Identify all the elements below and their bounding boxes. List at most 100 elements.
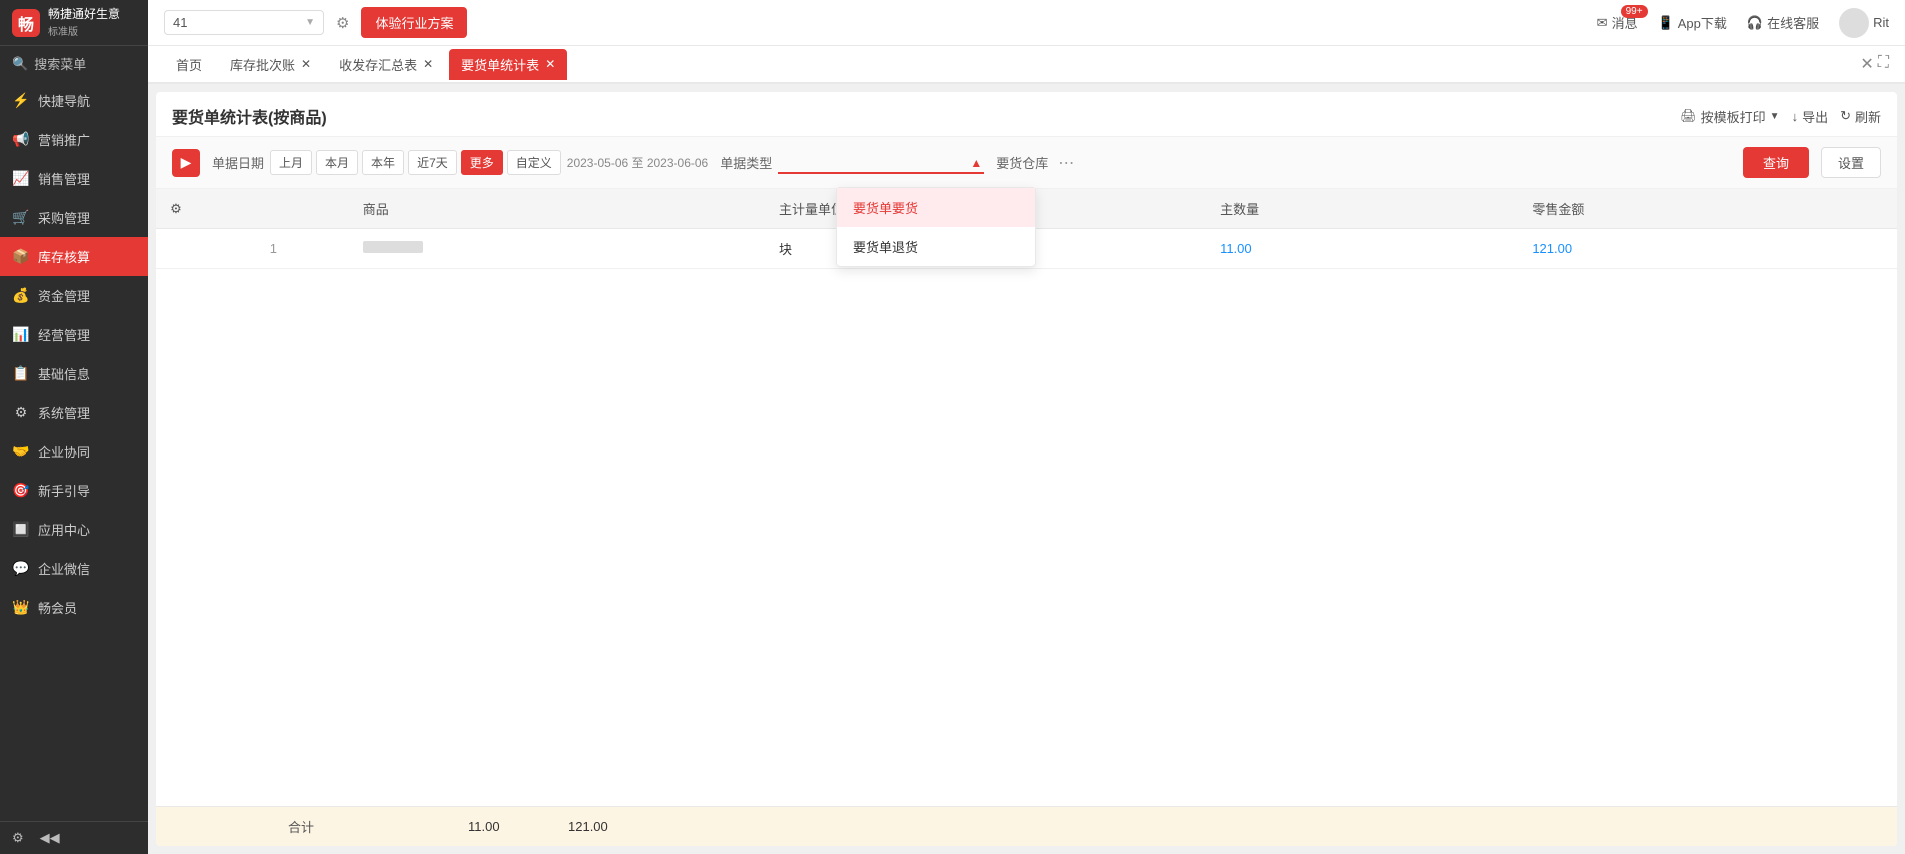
export-btn[interactable]: ↓ 导出 [1792, 107, 1829, 126]
wechat-icon: 💬 [12, 560, 30, 578]
sidebar-item-label: 快捷导航 [38, 91, 90, 110]
finance-icon: 💰 [12, 287, 30, 305]
sidebar-item-quick-nav[interactable]: ⚡ 快捷导航 [0, 81, 148, 120]
tab-inventory-batch-close[interactable]: ✕ [301, 57, 311, 71]
tab-close-all-btn[interactable]: ✕ [1860, 54, 1873, 74]
sidebar-item-system[interactable]: ⚙ 系统管理 [0, 393, 148, 432]
date-btn-this-year[interactable]: 本年 [362, 150, 404, 175]
online-service-btn[interactable]: 🎧 在线客服 [1747, 13, 1819, 32]
sidebar-item-label: 库存核算 [38, 247, 90, 266]
header-actions: 🖨 按模板打印 ▼ ↓ 导出 ↻ 刷新 [1680, 107, 1881, 126]
tab-inventory-batch[interactable]: 库存批次账 ✕ [218, 49, 323, 80]
date-btn-custom[interactable]: 自定义 [507, 150, 561, 175]
date-filter-group: 单据日期 上月 本月 本年 近7天 更多 自定义 2023-05-06 至 20… [212, 150, 708, 175]
sidebar-item-member[interactable]: 👑 畅会员 [0, 588, 148, 627]
sidebar-item-finance[interactable]: 💰 资金管理 [0, 276, 148, 315]
messages-btn[interactable]: ✉ 消息 99+ [1597, 13, 1638, 32]
td-row-num: 1 [196, 229, 351, 269]
type-dropdown: 要货单要货 要货单退货 [836, 187, 1036, 267]
sidebar-item-label: 新手引导 [38, 481, 90, 500]
sidebar-collapse-btn[interactable]: ◀◀ [40, 830, 60, 846]
messages-badge: 99+ [1621, 5, 1648, 18]
th-amount: 零售金额 [1520, 189, 1897, 229]
online-service-label: 在线客服 [1767, 13, 1819, 32]
sidebar-item-enterprise[interactable]: 🤝 企业协同 [0, 432, 148, 471]
dropdown-item-order-delivery[interactable]: 要货单要货 [837, 188, 1035, 227]
main-area: 41 ▼ ⚙ 体验行业方案 ✉ 消息 99+ 📱 App下载 🎧 在线客服 Ri… [148, 0, 1905, 854]
type-select-arrow-icon[interactable]: ▲ [970, 156, 982, 170]
company-selector[interactable]: 41 ▼ [164, 10, 324, 35]
td-settings-cell [156, 229, 196, 269]
type-filter-group: 单据类型 ▲ [720, 151, 984, 174]
data-table-wrapper: ⚙ 商品 主计量单位 主数量 零售金额 1 [156, 189, 1897, 806]
enterprise-icon: 🤝 [12, 443, 30, 461]
sidebar-item-label: 采购管理 [38, 208, 90, 227]
sidebar-item-label: 系统管理 [38, 403, 90, 422]
sidebar-item-label: 营销推广 [38, 130, 90, 149]
refresh-icon: ↻ [1840, 108, 1851, 124]
tab-home-label: 首页 [176, 55, 202, 74]
sidebar-item-appstore[interactable]: 🔲 应用中心 [0, 510, 148, 549]
tabs-bar: 首页 库存批次账 ✕ 收发存汇总表 ✕ 要货单统计表 ✕ ✕ ⛶ [148, 46, 1905, 84]
sidebar-item-basic[interactable]: 📋 基础信息 [0, 354, 148, 393]
date-btn-more[interactable]: 更多 [461, 150, 503, 175]
user-profile-btn[interactable]: Rit [1839, 8, 1889, 38]
settings-button[interactable]: 设置 [1821, 147, 1881, 178]
dropdown-item-order-return[interactable]: 要货单退货 [837, 227, 1035, 266]
tab-order-stats-label: 要货单统计表 [461, 55, 539, 74]
print-icon: 🖨 [1680, 108, 1697, 124]
purchase-icon: 🛒 [12, 209, 30, 227]
expand-icon: ▶ [181, 154, 192, 171]
sidebar-bottom: ⚙ ◀◀ [0, 821, 148, 854]
date-btn-this-month[interactable]: 本月 [316, 150, 358, 175]
sidebar-item-label: 经营管理 [38, 325, 90, 344]
warehouse-dots-icon[interactable]: ⋯ [1058, 153, 1074, 173]
sidebar-item-inventory[interactable]: 📦 库存核算 [0, 237, 148, 276]
tab-receive-summary[interactable]: 收发存汇总表 ✕ [327, 49, 445, 80]
tab-receive-summary-close[interactable]: ✕ [423, 57, 433, 71]
query-button[interactable]: 查询 [1743, 147, 1809, 178]
topbar-right: ✉ 消息 99+ 📱 App下载 🎧 在线客服 Rit [1597, 8, 1889, 38]
td-qty[interactable]: 11.00 [1208, 229, 1520, 269]
export-icon: ↓ [1792, 109, 1799, 124]
sidebar-item-label: 销售管理 [38, 169, 90, 188]
tab-order-stats[interactable]: 要货单统计表 ✕ [449, 49, 567, 80]
app-download-btn[interactable]: 📱 App下载 [1658, 13, 1727, 32]
trial-industry-button[interactable]: 体验行业方案 [361, 7, 467, 38]
sales-icon: 📈 [12, 170, 30, 188]
sidebar-item-wechat[interactable]: 💬 企业微信 [0, 549, 148, 588]
tab-home[interactable]: 首页 [164, 49, 214, 80]
sidebar-item-sales[interactable]: 📈 销售管理 [0, 159, 148, 198]
sidebar-item-purchase[interactable]: 🛒 采购管理 [0, 198, 148, 237]
topbar-gear-icon[interactable]: ⚙ [336, 14, 349, 32]
tab-order-stats-close[interactable]: ✕ [545, 57, 555, 71]
td-amount[interactable]: 121.00 [1520, 229, 1897, 269]
sidebar-settings-btn[interactable]: ⚙ [12, 830, 24, 846]
print-template-btn[interactable]: 🖨 按模板打印 ▼ [1680, 107, 1779, 126]
date-range-text: 2023-05-06 至 2023-06-06 [567, 154, 708, 171]
content-header: 要货单统计表(按商品) 🖨 按模板打印 ▼ ↓ 导出 ↻ 刷新 [156, 92, 1897, 137]
tab-maximize-btn[interactable]: ⛶ [1878, 54, 1889, 74]
sidebar-item-marketing[interactable]: 📢 营销推广 [0, 120, 148, 159]
sidebar-search[interactable]: 🔍 搜索菜单 [0, 46, 148, 81]
date-btn-last-month[interactable]: 上月 [270, 150, 312, 175]
sidebar-item-operations[interactable]: 📊 经营管理 [0, 315, 148, 354]
type-select-input[interactable] [778, 151, 984, 174]
refresh-btn[interactable]: ↻ 刷新 [1840, 107, 1881, 126]
td-product [351, 229, 767, 269]
print-label: 按模板打印 [1701, 107, 1766, 126]
avatar [1839, 8, 1869, 38]
date-btn-last-7-days[interactable]: 近7天 [408, 150, 457, 175]
sidebar-item-guide[interactable]: 🎯 新手引导 [0, 471, 148, 510]
th-product: 商品 [351, 189, 767, 229]
system-icon: ⚙ [12, 404, 30, 422]
quick-nav-icon: ⚡ [12, 92, 30, 110]
tab-inventory-batch-label: 库存批次账 [230, 55, 295, 74]
th-settings[interactable]: ⚙ [156, 189, 196, 229]
topbar: 41 ▼ ⚙ 体验行业方案 ✉ 消息 99+ 📱 App下载 🎧 在线客服 Ri… [148, 0, 1905, 46]
date-filter-label: 单据日期 [212, 153, 264, 172]
chevron-down-icon: ▼ [305, 17, 315, 28]
sidebar-logo: 畅 畅捷通好生意 标准版 [0, 0, 148, 46]
filter-expand-btn[interactable]: ▶ [172, 149, 200, 177]
sidebar-item-label: 基础信息 [38, 364, 90, 383]
